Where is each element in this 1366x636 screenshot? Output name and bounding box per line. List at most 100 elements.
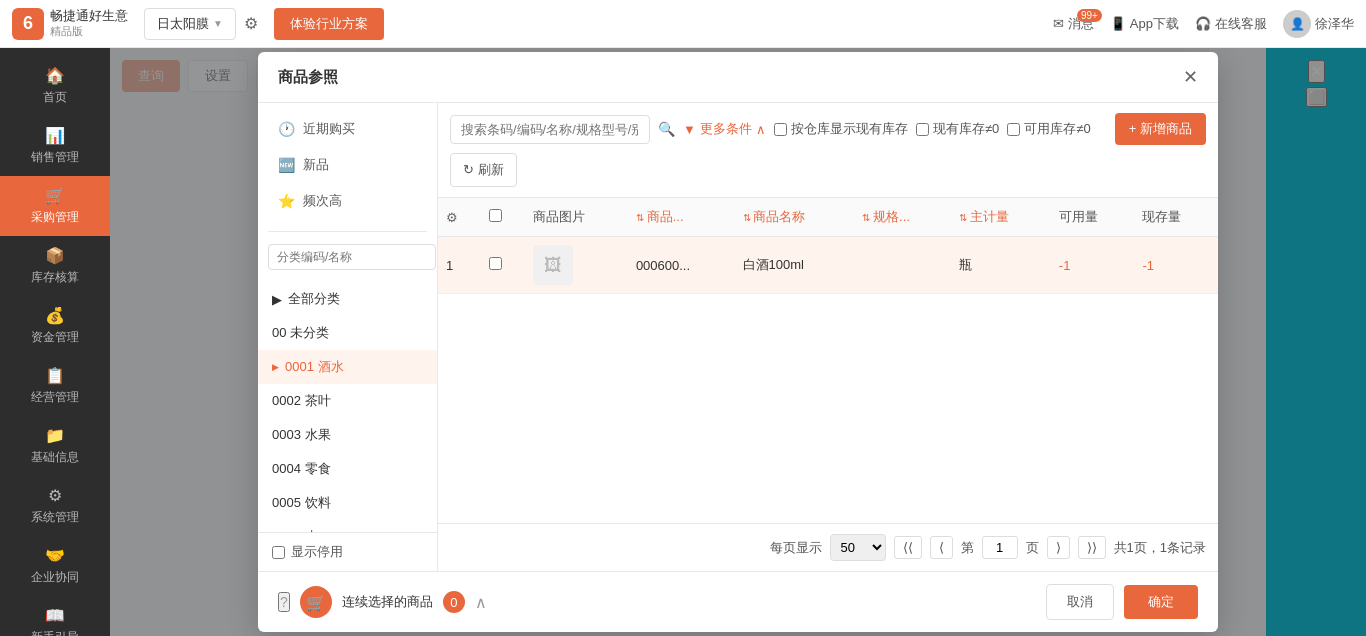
show-disabled-checkbox[interactable] <box>272 546 285 559</box>
select-all-checkbox[interactable] <box>489 209 502 222</box>
user-area[interactable]: 👤 徐泽华 <box>1283 10 1354 38</box>
category-item-00[interactable]: 00 未分类 <box>258 316 437 350</box>
sidebar-label-home: 首页 <box>43 89 67 106</box>
sidebar-label-enterprise: 企业协同 <box>31 569 79 586</box>
category-item-0001[interactable]: ▶ 0001 酒水 <box>258 350 437 384</box>
brand-line2: 精品版 <box>50 24 128 39</box>
high-freq-label: 频次高 <box>303 192 342 210</box>
category-item-0003[interactable]: 0003 水果 <box>258 418 437 452</box>
recent-purchase-item[interactable]: 🕐 近期购买 <box>268 113 427 145</box>
sales-icon: 📊 <box>45 126 65 145</box>
main-search-btn[interactable]: 🔍 <box>658 121 675 137</box>
category-item-0005[interactable]: 0005 饮料 <box>258 486 437 520</box>
cancel-btn[interactable]: 取消 <box>1046 584 1114 620</box>
sidebar-item-system[interactable]: ⚙ 系统管理 <box>0 476 110 536</box>
filter-label: 更多条件 <box>700 120 752 138</box>
username: 徐泽华 <box>1315 15 1354 33</box>
show-disabled-row: 显示停用 <box>258 532 437 571</box>
guide-icon: 📖 <box>45 606 65 625</box>
new-goods-item[interactable]: 🆕 新品 <box>268 149 427 181</box>
nav-right: ✉ 消息 99+ 📱 App下载 🎧 在线客服 👤 徐泽华 <box>1053 10 1354 38</box>
experience-button[interactable]: 体验行业方案 <box>274 8 384 40</box>
col-settings[interactable]: ⚙ <box>438 198 481 237</box>
cart-btn[interactable]: 🛒 <box>300 586 332 618</box>
selector-label: 日太阳膜 <box>157 15 209 33</box>
main-layout: 🏠 首页 📊 销售管理 🛒 采购管理 📦 库存核算 💰 资金管理 📋 经营管理 … <box>0 48 1366 636</box>
category-item-0008[interactable]: 0008 水 <box>258 520 437 532</box>
warehouse-filter-checkbox[interactable] <box>774 123 787 136</box>
cell-stock: -1 <box>1134 237 1218 294</box>
category-search-input[interactable] <box>268 244 436 270</box>
sidebar-item-finance[interactable]: 💰 资金管理 <box>0 296 110 356</box>
high-freq-icon: ⭐ <box>278 193 295 209</box>
table-row[interactable]: 1 🖼 000600... 白酒100ml 瓶 <box>438 237 1218 294</box>
high-freq-item[interactable]: ⭐ 频次高 <box>268 185 427 217</box>
cell-seq: 1 <box>438 237 481 294</box>
sidebar-label-sales: 销售管理 <box>31 149 79 166</box>
col-spec[interactable]: 规格... <box>854 198 951 237</box>
modal-body: 🕐 近期购买 🆕 新品 ⭐ 频次高 <box>258 103 1218 571</box>
modal-footer: ? 🛒 连续选择的商品 0 ∧ 取消 确定 <box>258 571 1218 632</box>
sidebar-item-basic[interactable]: 📁 基础信息 <box>0 416 110 476</box>
system-icon: ⚙ <box>48 486 62 505</box>
all-categories-label: 全部分类 <box>288 290 340 308</box>
online-service-item[interactable]: 🎧 在线客服 <box>1195 15 1267 33</box>
category-item-0004[interactable]: 0004 零食 <box>258 452 437 486</box>
main-search-input[interactable] <box>450 115 650 144</box>
first-page-btn[interactable]: ⟨⟨ <box>894 536 922 559</box>
confirm-btn[interactable]: 确定 <box>1124 585 1198 619</box>
all-categories-item[interactable]: ▶ 全部分类 <box>258 282 437 316</box>
gear-button[interactable]: ⚙ <box>236 10 266 37</box>
col-image: 商品图片 <box>525 198 628 237</box>
page-word2: 页 <box>1026 539 1039 557</box>
page-number-input[interactable] <box>982 536 1018 559</box>
row-checkbox[interactable] <box>489 257 502 270</box>
total-info: 共1页，1条记录 <box>1114 539 1206 557</box>
new-goods-icon: 🆕 <box>278 157 295 173</box>
user-avatar: 👤 <box>1283 10 1311 38</box>
app-download-label: App下载 <box>1130 15 1179 33</box>
recent-purchase-label: 近期购买 <box>303 120 355 138</box>
next-page-btn[interactable]: ⟩ <box>1047 536 1070 559</box>
sidebar-item-home[interactable]: 🏠 首页 <box>0 56 110 116</box>
modal-header: 商品参照 ✕ <box>258 52 1218 103</box>
sidebar-item-purchase[interactable]: 🛒 采购管理 <box>0 176 110 236</box>
footer-collapse-btn[interactable]: ∧ <box>475 593 487 612</box>
show-disabled-label: 显示停用 <box>291 543 343 561</box>
brand-line1: 畅捷通好生意 <box>50 8 128 25</box>
col-code[interactable]: 商品... <box>628 198 735 237</box>
sidebar-item-enterprise[interactable]: 🤝 企业协同 <box>0 536 110 596</box>
filter-btn[interactable]: ▼ 更多条件 ∧ <box>683 120 766 138</box>
all-categories-tri: ▶ <box>272 292 282 307</box>
usable-filter-checkbox[interactable] <box>1007 123 1020 136</box>
refresh-btn[interactable]: ↻ 刷新 <box>450 153 517 187</box>
cat-label-0001: 0001 酒水 <box>285 358 344 376</box>
page-size-label: 每页显示 <box>770 539 822 557</box>
home-icon: 🏠 <box>45 66 65 85</box>
message-nav-item[interactable]: ✉ 消息 99+ <box>1053 15 1094 33</box>
last-page-btn[interactable]: ⟩⟩ <box>1078 536 1106 559</box>
app-download-item[interactable]: 📱 App下载 <box>1110 15 1179 33</box>
sidebar-label-purchase: 采购管理 <box>31 209 79 226</box>
col-name[interactable]: 商品名称 <box>735 198 855 237</box>
category-item-0002[interactable]: 0002 茶叶 <box>258 384 437 418</box>
sidebar-item-operations[interactable]: 📋 经营管理 <box>0 356 110 416</box>
sidebar-label-system: 系统管理 <box>31 509 79 526</box>
prev-page-btn[interactable]: ⟨ <box>930 536 953 559</box>
sidebar-item-guide[interactable]: 📖 新手引导 <box>0 596 110 636</box>
help-btn[interactable]: ? <box>278 592 290 612</box>
sidebar-item-inventory[interactable]: 📦 库存核算 <box>0 236 110 296</box>
warehouse-filter-label: 按仓库显示现有库存 <box>791 120 908 138</box>
cell-checkbox[interactable] <box>481 237 525 294</box>
modal-title: 商品参照 <box>278 68 338 87</box>
page-size-select[interactable]: 50 100 200 <box>830 534 886 561</box>
modal-close-button[interactable]: ✕ <box>1183 66 1198 88</box>
col-unit[interactable]: 主计量 <box>951 198 1051 237</box>
logo-icon: 6 <box>12 8 44 40</box>
cat-label-00: 00 未分类 <box>272 324 329 342</box>
sidebar-item-sales[interactable]: 📊 销售管理 <box>0 116 110 176</box>
recent-icon: 🕐 <box>278 121 295 137</box>
available-filter-checkbox[interactable] <box>916 123 929 136</box>
add-goods-btn[interactable]: + 新增商品 <box>1115 113 1206 145</box>
nav-selector[interactable]: 日太阳膜 ▼ <box>144 8 236 40</box>
